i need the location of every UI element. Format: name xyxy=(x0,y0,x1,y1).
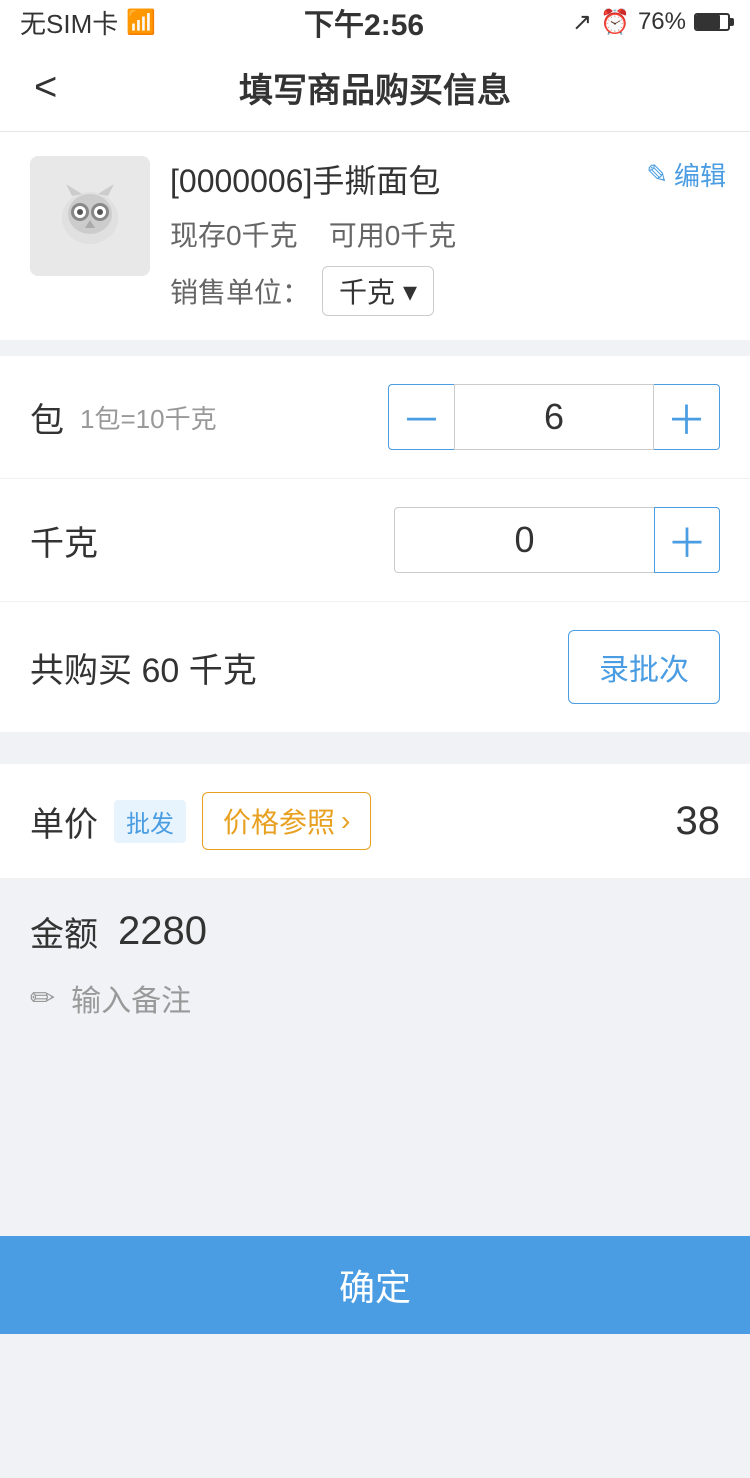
product-name: [0000006]手撕面包 xyxy=(170,156,720,202)
wifi-icon: 📶 xyxy=(126,8,156,37)
bao-input-row: 包 1包=10千克 － ＋ xyxy=(0,356,750,479)
status-bar: 无SIM卡 📶 下午2:56 ↗ ⏰ 76% xyxy=(0,0,750,44)
back-button[interactable]: < xyxy=(24,55,67,120)
section-divider-1 xyxy=(0,340,750,356)
product-unit: 销售单位： 千克 ▾ xyxy=(170,266,720,316)
confirm-bar[interactable]: 确定 xyxy=(0,1236,750,1334)
kg-label: 千克 xyxy=(30,516,394,565)
price-value: 38 xyxy=(676,799,721,844)
back-icon: < xyxy=(34,65,57,109)
record-batch-button[interactable]: 录批次 xyxy=(568,630,720,704)
note-row[interactable]: ✏ 输入备注 xyxy=(30,976,720,1040)
price-label: 单价 xyxy=(30,797,98,846)
edit-button[interactable]: ✎ 编辑 xyxy=(646,156,726,193)
kg-input-row: 千克 ＋ xyxy=(0,479,750,602)
total-row: 共购买 60 千克 录批次 xyxy=(0,602,750,732)
confirm-button-label: 确定 xyxy=(339,1259,411,1311)
price-ref-arrow-icon: › xyxy=(341,805,350,837)
bao-plus-button[interactable]: ＋ xyxy=(654,384,720,450)
bao-label: 包 1包=10千克 xyxy=(30,393,388,442)
carrier-text: 无SIM卡 xyxy=(20,4,118,41)
amount-value: 2280 xyxy=(118,909,207,954)
amount-section: 金额 2280 ✏ 输入备注 xyxy=(0,879,750,1040)
kg-controls: ＋ xyxy=(394,507,720,573)
note-input[interactable]: 输入备注 xyxy=(71,976,191,1020)
amount-label: 金额 xyxy=(30,907,98,956)
product-info: [0000006]手撕面包 现存0千克 可用0千克 销售单位： 千克 ▾ xyxy=(170,156,720,316)
total-text: 共购买 60 千克 xyxy=(30,643,257,692)
status-left: 无SIM卡 📶 xyxy=(20,4,156,41)
alarm-icon: ⏰ xyxy=(600,8,630,37)
price-section: 单价 批发 价格参照 › 38 xyxy=(0,764,750,879)
battery-icon xyxy=(694,13,730,31)
bao-hint: 1包=10千克 xyxy=(80,399,217,436)
status-right: ↗ ⏰ 76% xyxy=(572,8,730,37)
location-icon: ↗ xyxy=(572,8,592,37)
kg-plus-button[interactable]: ＋ xyxy=(654,507,720,573)
product-card: [0000006]手撕面包 现存0千克 可用0千克 销售单位： 千克 ▾ ✎ 编… xyxy=(0,132,750,340)
status-time: 下午2:56 xyxy=(304,0,424,44)
batch-tag: 批发 xyxy=(114,800,186,843)
bao-quantity-input[interactable] xyxy=(454,384,654,450)
unit-arrow-icon: ▾ xyxy=(403,275,417,308)
edit-icon: ✎ xyxy=(646,159,668,190)
product-image xyxy=(30,156,150,276)
page-title: 填写商品购买信息 xyxy=(239,63,511,112)
kg-quantity-input[interactable] xyxy=(394,507,654,573)
section-divider-2 xyxy=(0,732,750,748)
bao-controls: － ＋ xyxy=(388,384,720,450)
bao-minus-button[interactable]: － xyxy=(388,384,454,450)
nav-bar: < 填写商品购买信息 xyxy=(0,44,750,132)
pencil-icon: ✏ xyxy=(30,981,55,1016)
price-ref-button[interactable]: 价格参照 › xyxy=(202,792,371,850)
unit-selector[interactable]: 千克 ▾ xyxy=(322,266,434,316)
product-logo-icon xyxy=(50,176,130,256)
input-section: 包 1包=10千克 － ＋ 千克 ＋ xyxy=(0,356,750,602)
battery-text: 76% xyxy=(638,8,686,36)
product-stock: 现存0千克 可用0千克 xyxy=(170,214,720,254)
price-left: 单价 批发 价格参照 › xyxy=(30,792,371,850)
amount-row: 金额 2280 xyxy=(30,907,720,956)
